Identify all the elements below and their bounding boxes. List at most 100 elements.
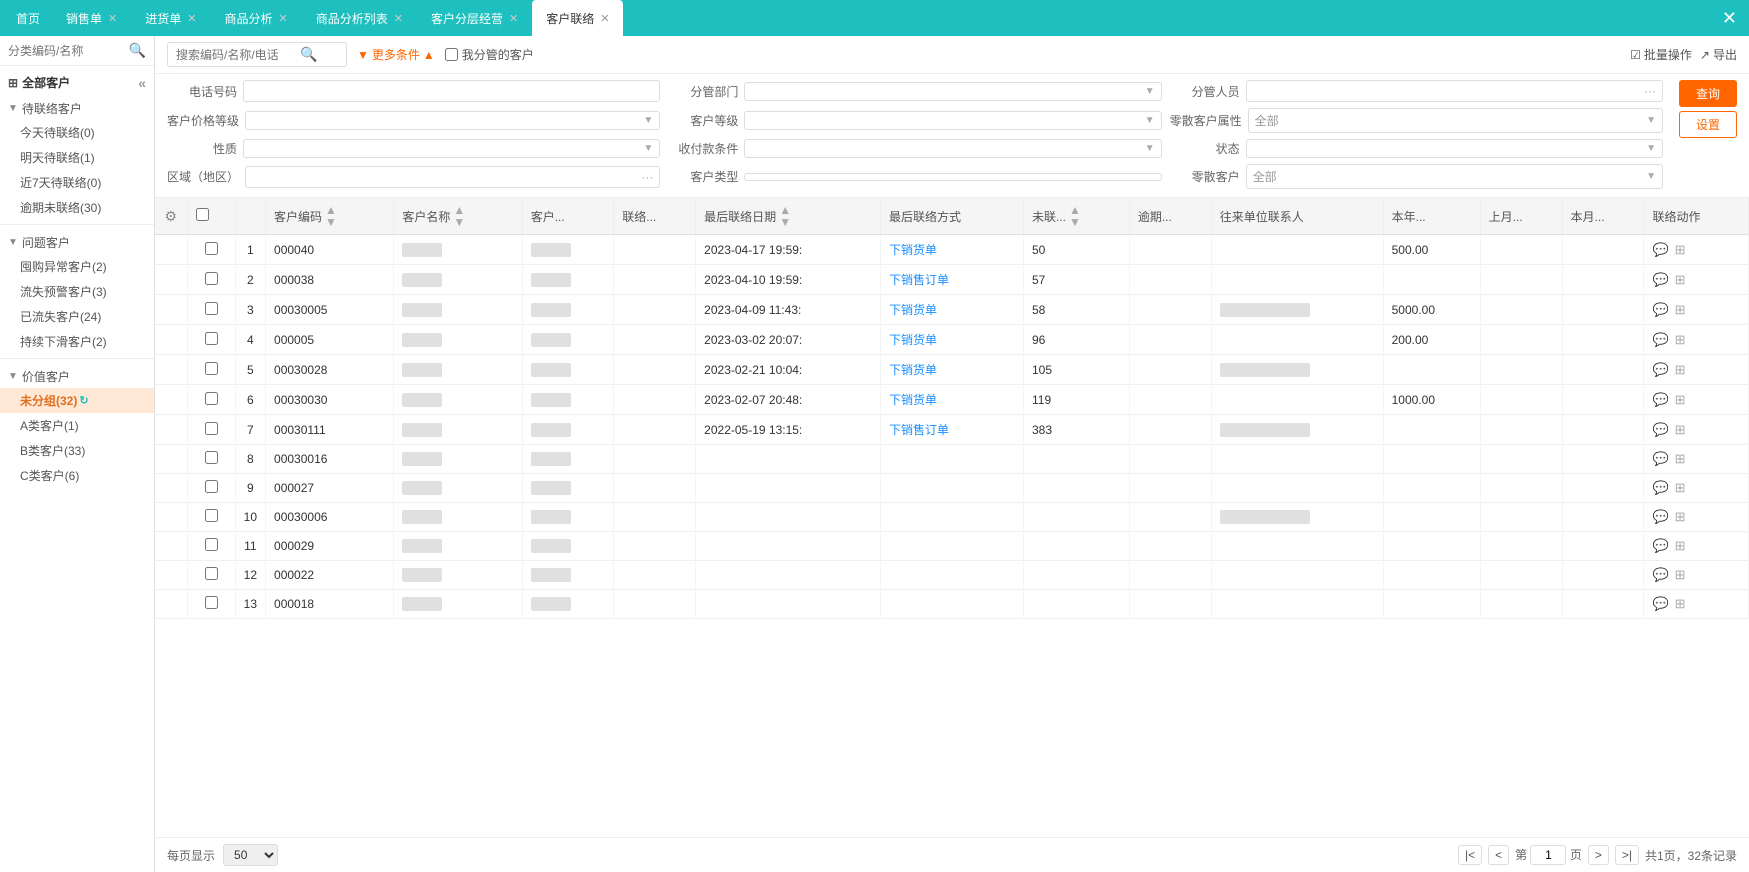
action-comment-icon[interactable]: 💬 <box>1652 272 1668 288</box>
td-checkbox[interactable] <box>187 265 235 295</box>
query-btn[interactable]: 查询 <box>1679 80 1737 107</box>
tab-customer-contact-close[interactable]: ✕ <box>600 12 609 25</box>
action-grid-icon[interactable]: ⊞ <box>1675 596 1686 612</box>
action-comment-icon[interactable]: 💬 <box>1652 480 1668 496</box>
filter-price-level-select[interactable]: ▼ <box>245 111 660 130</box>
sidebar-group-problem[interactable]: ▼ 问题客户 <box>0 229 154 254</box>
tab-sales-close[interactable]: ✕ <box>108 12 117 25</box>
action-grid-icon[interactable]: ⊞ <box>1675 242 1686 258</box>
filter-search-icon[interactable]: 🔍 <box>300 46 317 63</box>
sidebar-item-churned[interactable]: 已流失客户(24) <box>0 304 154 329</box>
first-page-btn[interactable]: |< <box>1458 845 1482 865</box>
next-page-btn[interactable]: > <box>1588 845 1609 865</box>
filter-dept-select[interactable]: ▼ <box>744 82 1161 101</box>
dots-icon-2[interactable]: ··· <box>641 170 653 184</box>
export-btn[interactable]: ↗ 导出 <box>1700 46 1737 63</box>
tab-product-list-close[interactable]: ✕ <box>394 12 403 25</box>
filter-customer-level-select[interactable]: ▼ <box>744 111 1161 130</box>
row-checkbox[interactable] <box>205 422 218 435</box>
tab-customer-tier-close[interactable]: ✕ <box>509 12 518 25</box>
action-grid-icon[interactable]: ⊞ <box>1675 362 1686 378</box>
row-checkbox[interactable] <box>205 509 218 522</box>
action-grid-icon[interactable]: ⊞ <box>1675 392 1686 408</box>
tab-product-analysis[interactable]: 商品分析 ✕ <box>210 0 301 36</box>
td-checkbox[interactable] <box>187 445 235 474</box>
filter-search-input[interactable] <box>176 48 296 62</box>
row-checkbox[interactable] <box>205 567 218 580</box>
action-grid-icon[interactable]: ⊞ <box>1675 567 1686 583</box>
td-checkbox[interactable] <box>187 325 235 355</box>
row-checkbox[interactable] <box>205 451 218 464</box>
my-customers-checkbox[interactable]: 我分管的客户 <box>445 46 534 63</box>
action-comment-icon[interactable]: 💬 <box>1652 392 1668 408</box>
page-size-select[interactable]: 50 20 100 <box>223 844 278 866</box>
filter-status-select[interactable]: ▼ <box>1246 139 1663 158</box>
action-grid-icon[interactable]: ⊞ <box>1675 480 1686 496</box>
last-method-link[interactable]: 下销货单 <box>889 303 937 317</box>
td-checkbox[interactable] <box>187 590 235 619</box>
th-name[interactable]: 客户名称 ▲▼ <box>394 198 522 235</box>
row-checkbox[interactable] <box>205 302 218 315</box>
td-checkbox[interactable] <box>187 355 235 385</box>
last-method-link[interactable]: 下销货单 <box>889 363 937 377</box>
tab-purchase-close[interactable]: ✕ <box>187 12 196 25</box>
sidebar-item-ungrouped[interactable]: 未分组(32) ↻ <box>0 388 154 413</box>
sidebar-item-7days[interactable]: 近7天待联络(0) <box>0 170 154 195</box>
action-grid-icon[interactable]: ⊞ <box>1675 509 1686 525</box>
action-comment-icon[interactable]: 💬 <box>1652 538 1668 554</box>
row-checkbox[interactable] <box>205 480 218 493</box>
td-checkbox[interactable] <box>187 295 235 325</box>
batch-ops-btn[interactable]: ☑ 批量操作 <box>1630 46 1692 63</box>
tab-product-list[interactable]: 商品分析列表 ✕ <box>302 0 417 36</box>
prev-page-btn[interactable]: < <box>1488 845 1509 865</box>
sidebar-group-value[interactable]: ▼ 价值客户 <box>0 363 154 388</box>
row-checkbox[interactable] <box>205 362 218 375</box>
sidebar-item-churn-warning[interactable]: 流失预警客户(3) <box>0 279 154 304</box>
action-comment-icon[interactable]: 💬 <box>1652 332 1668 348</box>
action-comment-icon[interactable]: 💬 <box>1652 422 1668 438</box>
dots-icon[interactable]: ··· <box>1644 84 1656 98</box>
last-method-link[interactable]: 下销货单 <box>889 333 937 347</box>
sidebar-item-a-class[interactable]: A类客户(1) <box>0 413 154 438</box>
row-checkbox[interactable] <box>205 538 218 551</box>
sidebar-group-pending[interactable]: ▼ 待联络客户 <box>0 95 154 120</box>
td-checkbox[interactable] <box>187 561 235 590</box>
action-comment-icon[interactable]: 💬 <box>1652 509 1668 525</box>
td-checkbox[interactable] <box>187 415 235 445</box>
last-method-link[interactable]: 下销售订单 <box>889 273 949 287</box>
action-grid-icon[interactable]: ⊞ <box>1675 422 1686 438</box>
th-overdue[interactable]: 逾期... <box>1129 198 1211 235</box>
tab-customer-contact[interactable]: 客户联络 ✕ <box>532 0 623 36</box>
filter-region-select[interactable]: ··· <box>245 166 660 188</box>
close-all-icon[interactable]: ✕ <box>1722 8 1745 29</box>
action-grid-icon[interactable]: ⊞ <box>1675 538 1686 554</box>
my-customers-check-input[interactable] <box>445 48 458 61</box>
sidebar-search-icon[interactable]: 🔍 <box>129 42 146 59</box>
th-code[interactable]: 客户编码 ▲▼ <box>266 198 394 235</box>
th-cat[interactable]: 客户... <box>522 198 614 235</box>
th-unlisted[interactable]: 未联... ▲▼ <box>1023 198 1129 235</box>
row-checkbox[interactable] <box>205 596 218 609</box>
last-page-btn[interactable]: >| <box>1615 845 1639 865</box>
tab-product-analysis-close[interactable]: ✕ <box>279 12 288 25</box>
filter-payment-select[interactable]: ▼ <box>744 139 1161 158</box>
tab-purchase[interactable]: 进货单 ✕ <box>131 0 210 36</box>
select-all-checkbox[interactable] <box>196 208 209 221</box>
tab-home[interactable]: 首页 <box>4 10 52 27</box>
td-checkbox[interactable] <box>187 503 235 532</box>
sidebar-item-declining[interactable]: 持续下滑客户(2) <box>0 329 154 354</box>
last-method-link[interactable]: 下销货单 <box>889 243 937 257</box>
row-checkbox[interactable] <box>205 242 218 255</box>
refresh-icon[interactable]: ↻ <box>79 394 88 407</box>
row-checkbox[interactable] <box>205 332 218 345</box>
filter-phone-input[interactable] <box>243 80 660 102</box>
last-method-link[interactable]: 下销售订单 <box>889 423 949 437</box>
tab-sales[interactable]: 销售单 ✕ <box>52 0 131 36</box>
th-checkbox[interactable] <box>187 198 235 235</box>
reset-btn[interactable]: 设置 <box>1679 111 1737 138</box>
filter-nature-select[interactable]: ▼ <box>243 139 660 158</box>
sidebar-search-input[interactable] <box>8 44 125 58</box>
action-comment-icon[interactable]: 💬 <box>1652 451 1668 467</box>
sidebar-item-b-class[interactable]: B类客户(33) <box>0 438 154 463</box>
action-comment-icon[interactable]: 💬 <box>1652 242 1668 258</box>
